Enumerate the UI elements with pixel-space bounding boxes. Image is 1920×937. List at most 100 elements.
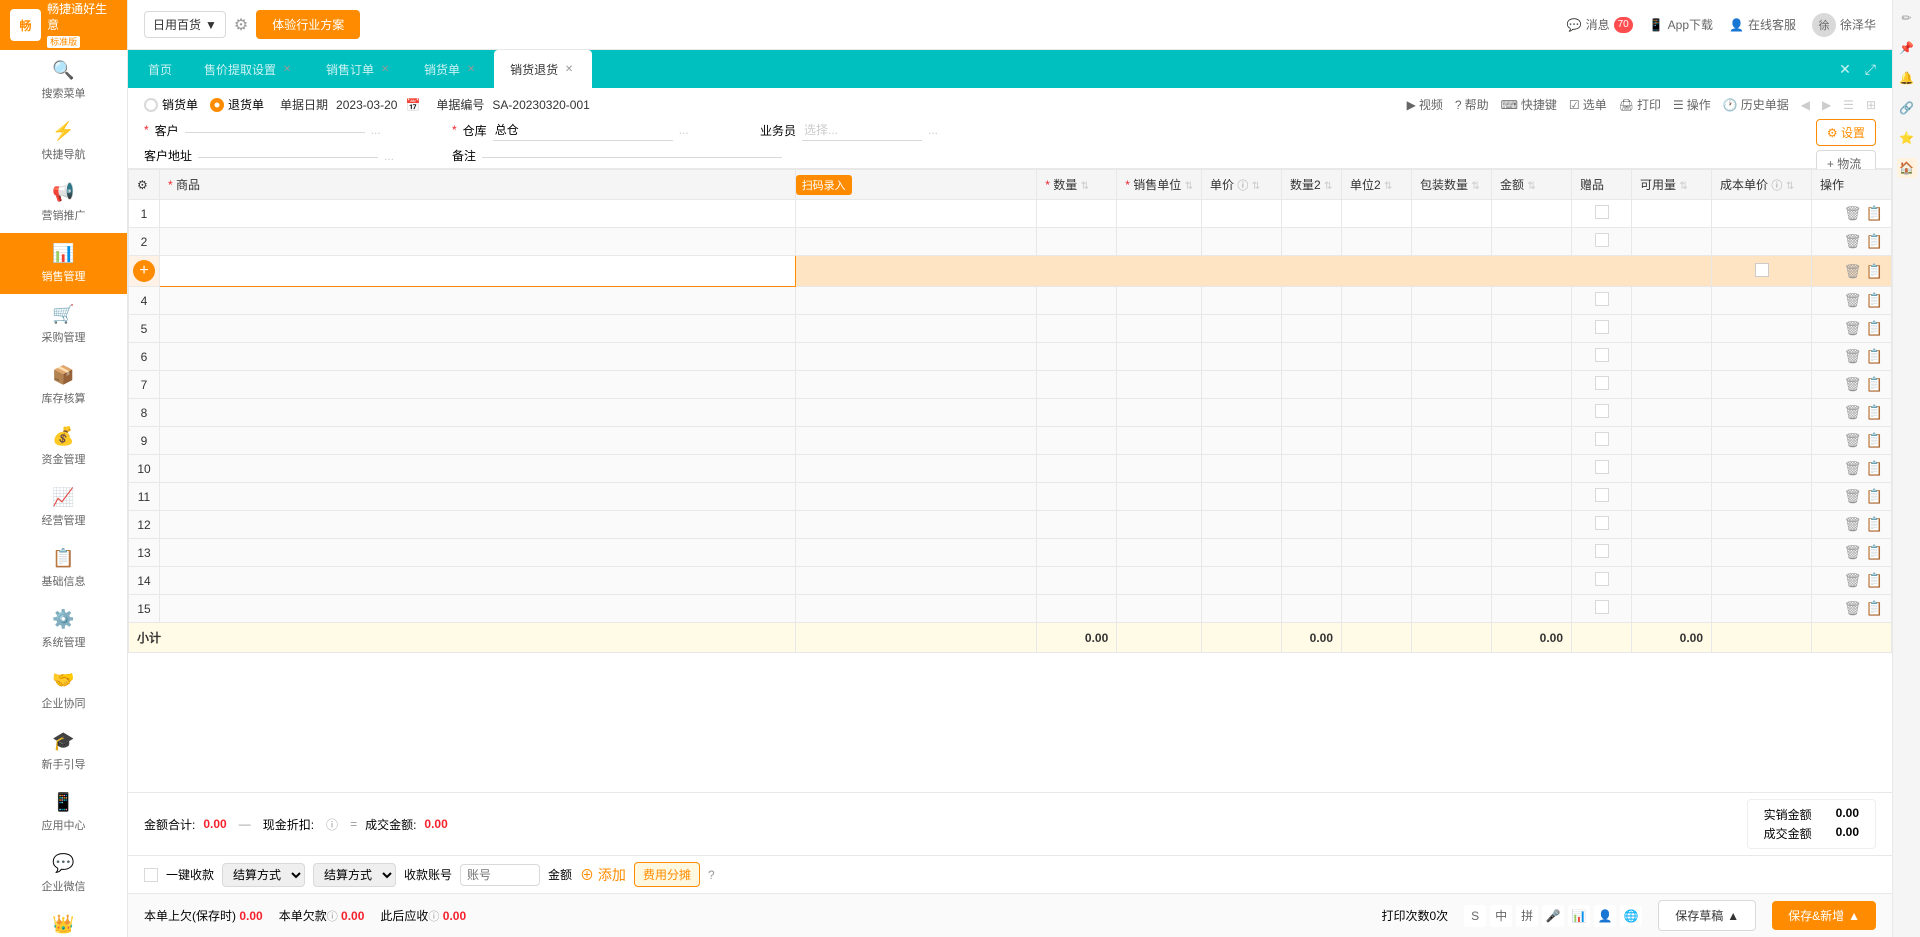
sidebar-item-search[interactable]: 🔍 搜索菜单 — [0, 50, 127, 111]
row-10-delete-btn[interactable]: 🗑 — [1844, 460, 1862, 477]
toolbar-select[interactable]: ☑ 选单 — [1569, 96, 1607, 113]
sidebar-item-system[interactable]: ⚙️ 系统管理 — [0, 599, 127, 660]
row-2-unit[interactable] — [1117, 228, 1202, 256]
toolbar-operate[interactable]: ☰ 操作 — [1673, 96, 1711, 113]
sidebar-item-marketing[interactable]: 📢 营销推广 — [0, 172, 127, 233]
row-1-unit[interactable] — [1117, 200, 1202, 228]
row-2-copy-btn[interactable]: 📋 — [1866, 233, 1883, 250]
row-1-cost[interactable] — [1712, 200, 1812, 228]
cost-info-icon[interactable]: ⓘ — [1771, 180, 1782, 192]
row-1-product[interactable] — [160, 200, 796, 228]
customer-more-icon[interactable]: ... — [371, 123, 381, 137]
tab-sales-return-close[interactable]: ✕ — [562, 62, 576, 76]
add-payment-icon[interactable]: ⊕ 添加 — [580, 865, 626, 885]
topbar-settings-icon[interactable]: ⚙ — [234, 15, 248, 35]
qty-sort-icon[interactable]: ⇅ — [1081, 181, 1089, 192]
sidebar-item-wechat[interactable]: 💬 企业微信 — [0, 843, 127, 904]
right-panel-edit-icon[interactable]: ✏ — [1897, 8, 1917, 28]
online-service-btn[interactable]: 👤 在线客服 — [1729, 16, 1796, 33]
radio-sales[interactable]: 销货单 — [144, 96, 198, 113]
row-3-product[interactable] — [160, 256, 796, 287]
row-2-amount[interactable] — [1492, 228, 1572, 256]
row-4-delete-btn[interactable]: 🗑 — [1844, 292, 1862, 309]
row-1-copy-btn[interactable]: 📋 — [1866, 205, 1883, 222]
toolbar-help[interactable]: ? 帮助 — [1455, 96, 1489, 113]
right-panel-bell-icon[interactable]: 🔔 — [1897, 68, 1917, 88]
row-2-product[interactable] — [160, 228, 796, 256]
fee-split-btn[interactable]: 费用分摊 — [634, 862, 700, 887]
warehouse-more-icon[interactable]: ... — [679, 123, 689, 137]
row-2-avail[interactable] — [1632, 228, 1712, 256]
customer-input[interactable] — [185, 128, 365, 133]
tab-price-settings-close[interactable]: ✕ — [280, 62, 294, 76]
sidebar-item-basic[interactable]: 📋 基础信息 — [0, 538, 127, 599]
one-click-checkbox[interactable] — [144, 868, 158, 882]
sidebar-item-guide[interactable]: 🎓 新手引导 — [0, 721, 127, 782]
remark-input[interactable] — [482, 153, 782, 158]
amount-sort-icon[interactable]: ⇅ — [1527, 181, 1535, 192]
save-new-btn[interactable]: 保存&新增 ▲ — [1772, 901, 1876, 930]
row-14-copy-btn[interactable]: 📋 — [1866, 572, 1883, 589]
industry-dropdown[interactable]: 日用百货 ▼ — [144, 11, 226, 38]
row-4-copy-btn[interactable]: 📋 — [1866, 292, 1883, 309]
row-1-pkg[interactable] — [1412, 200, 1492, 228]
row-7-copy-btn[interactable]: 📋 — [1866, 376, 1883, 393]
cost-sort-icon[interactable]: ⇅ — [1786, 181, 1794, 192]
salesperson-more-icon[interactable]: ... — [928, 123, 938, 137]
user-menu[interactable]: 徐 徐泽华 — [1812, 13, 1876, 37]
app-download-btn[interactable]: 📱 App下载 — [1649, 16, 1713, 33]
row-3-copy-btn[interactable]: 📋 — [1866, 263, 1883, 280]
row-3-gift[interactable] — [1712, 256, 1812, 287]
row-13-copy-btn[interactable]: 📋 — [1866, 544, 1883, 561]
row-6-delete-btn[interactable]: 🗑 — [1844, 348, 1862, 365]
row-11-delete-btn[interactable]: 🗑 — [1844, 488, 1862, 505]
row-12-copy-btn[interactable]: 📋 — [1866, 516, 1883, 533]
taskbar-user-icon[interactable]: 👤 — [1594, 905, 1616, 927]
sidebar-item-shortcut[interactable]: ⚡ 快捷导航 — [0, 111, 127, 172]
pkg-sort-icon[interactable]: ⇅ — [1471, 181, 1479, 192]
toolbar-video[interactable]: ▶ 视频 — [1407, 96, 1443, 113]
right-panel-home-icon[interactable]: 🏠 — [1897, 158, 1917, 178]
tab-sales-order-close[interactable]: ✕ — [378, 62, 392, 76]
sidebar-item-sales[interactable]: 📊 销售管理 — [0, 233, 127, 294]
row-1-unit2[interactable] — [1342, 200, 1412, 228]
notification-btn[interactable]: 💬 消息 70 — [1567, 16, 1633, 33]
unit2-sort-icon[interactable]: ⇅ — [1384, 181, 1392, 192]
taskbar-chart-icon[interactable]: 📊 — [1568, 905, 1590, 927]
row-3-delete-btn[interactable]: 🗑 — [1844, 263, 1862, 280]
row-8-delete-btn[interactable]: 🗑 — [1844, 404, 1862, 421]
row-6-copy-btn[interactable]: 📋 — [1866, 348, 1883, 365]
sidebar-item-inventory[interactable]: 📦 库存核算 — [0, 355, 127, 416]
row-1-price[interactable] — [1202, 200, 1282, 228]
row-2-pkg[interactable] — [1412, 228, 1492, 256]
view-grid-icon[interactable]: ⊞ — [1866, 98, 1876, 112]
qty2-sort-icon[interactable]: ⇅ — [1324, 181, 1332, 192]
taskbar-s-icon[interactable]: S — [1464, 905, 1486, 927]
taskbar-globe-icon[interactable]: 🌐 — [1620, 905, 1642, 927]
warehouse-input[interactable]: 总仓 — [493, 119, 673, 141]
row-15-delete-btn[interactable]: 🗑 — [1844, 600, 1862, 617]
sidebar-item-operations[interactable]: 📈 经营管理 — [0, 477, 127, 538]
row-10-copy-btn[interactable]: 📋 — [1866, 460, 1883, 477]
right-panel-link-icon[interactable]: 🔗 — [1897, 98, 1917, 118]
tabs-close-all-btn[interactable]: ✕ — [1835, 59, 1855, 80]
row-2-price[interactable] — [1202, 228, 1282, 256]
tab-price-settings[interactable]: 售价提取设置 ✕ — [188, 50, 310, 88]
row-9-copy-btn[interactable]: 📋 — [1866, 432, 1883, 449]
sidebar-item-purchase[interactable]: 🛒 采购管理 — [0, 294, 127, 355]
sidebar-item-member[interactable]: 👑 畅会员 — [0, 904, 127, 937]
row-1-avail[interactable] — [1632, 200, 1712, 228]
row-2-qty[interactable] — [1037, 228, 1117, 256]
row-2-delete-btn[interactable]: 🗑 — [1844, 233, 1862, 250]
row-5-delete-btn[interactable]: 🗑 — [1844, 320, 1862, 337]
sidebar-item-enterprise[interactable]: 🤝 企业协同 — [0, 660, 127, 721]
settings-btn[interactable]: ⚙ 设置 — [1816, 119, 1876, 146]
sidebar-item-apps[interactable]: 📱 应用中心 — [0, 782, 127, 843]
row-2-cost[interactable] — [1712, 228, 1812, 256]
right-panel-pin-icon[interactable]: 📌 — [1897, 38, 1917, 58]
account-input[interactable] — [460, 864, 540, 886]
row-11-copy-btn[interactable]: 📋 — [1866, 488, 1883, 505]
row-2-qty2[interactable] — [1282, 228, 1342, 256]
taskbar-zh-icon[interactable]: 中 — [1490, 905, 1512, 927]
row-12-delete-btn[interactable]: 🗑 — [1844, 516, 1862, 533]
